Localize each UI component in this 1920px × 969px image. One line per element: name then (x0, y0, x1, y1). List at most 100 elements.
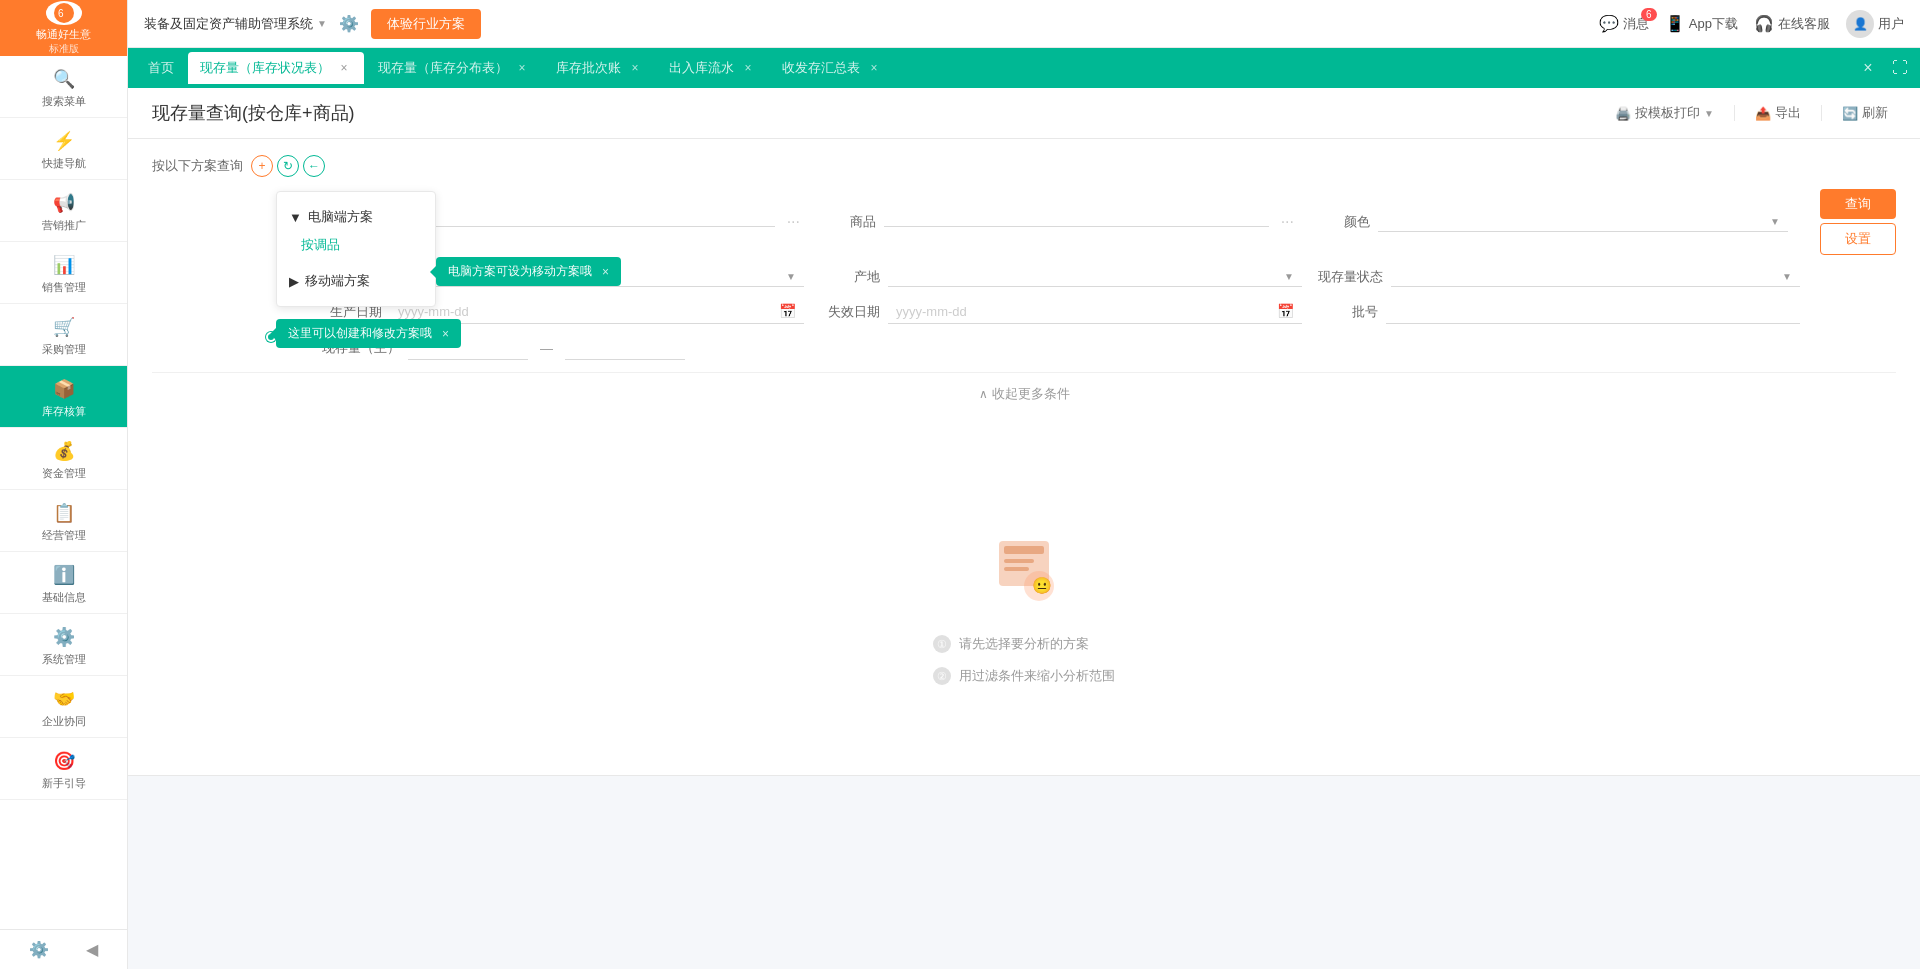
goods-select[interactable] (884, 218, 1269, 227)
collapse-button[interactable]: ∧ 收起更多条件 (979, 385, 1070, 403)
settings-footer-icon[interactable]: ⚙️ (29, 940, 49, 959)
print-icon: 🖨️ (1615, 106, 1631, 121)
refresh-scheme-btn[interactable]: ↻ (277, 155, 299, 177)
tab-bar: 首页 现存量（库存状况表） × 现存量（库存分布表） × 库存批次账 × 出入库… (128, 48, 1920, 88)
export-icon: 📤 (1755, 106, 1771, 121)
query-button[interactable]: 查询 (1820, 189, 1896, 219)
svg-text:😐: 😐 (1032, 576, 1052, 595)
sidebar-item-collab[interactable]: 🤝 企业协同 (0, 676, 127, 738)
warehouse-dots[interactable]: ··· (787, 213, 800, 231)
filter-collapse-row: ∧ 收起更多条件 (152, 372, 1896, 403)
tab-stock-status-close[interactable]: × (336, 60, 352, 76)
sidebar-logo: 6 畅通好生意 标准版 (0, 0, 127, 56)
app-download-label: App下载 (1689, 15, 1738, 33)
expire-date-input[interactable]: yyyy-mm-dd 📅 (888, 299, 1302, 324)
refresh-btn[interactable]: 🔄 刷新 (1834, 100, 1896, 126)
sidebar-item-operations[interactable]: 📋 经营管理 (0, 490, 127, 552)
goods-dots[interactable]: ··· (1281, 213, 1294, 231)
sidebar-item-inventory[interactable]: 📦 库存核算 (0, 366, 127, 428)
header-settings-icon[interactable]: ⚙️ (339, 14, 359, 33)
tab-home[interactable]: 首页 (136, 52, 186, 84)
page-content: 现存量查询(按仓库+商品) 🖨️ 按模板打印 ▼ 📤 导出 🔄 刷新 (128, 88, 1920, 969)
origin-select[interactable]: ▼ (888, 267, 1302, 287)
sidebar-item-search[interactable]: 🔍 搜索菜单 (0, 56, 127, 118)
sidebar-item-label: 资金管理 (42, 466, 86, 481)
stock-max-input[interactable] (565, 336, 685, 360)
create-tooltip: 这里可以创建和修改方案哦 × (276, 319, 461, 348)
stock-status-label: 现存量状态 (1318, 268, 1383, 286)
logo-badge: 标准版 (49, 42, 79, 56)
sidebar-item-nav[interactable]: ⚡ 快捷导航 (0, 118, 127, 180)
divider-2 (1821, 105, 1822, 121)
sidebar-item-finance[interactable]: 💰 资金管理 (0, 428, 127, 490)
page-header: 现存量查询(按仓库+商品) 🖨️ 按模板打印 ▼ 📤 导出 🔄 刷新 (128, 88, 1920, 139)
online-support-btn[interactable]: 🎧 在线客服 (1754, 14, 1830, 33)
scenario-mobile-arrow-icon: ▶ (289, 274, 299, 289)
set-button[interactable]: 设置 (1820, 223, 1896, 255)
sidebar-item-label: 新手引导 (42, 776, 86, 791)
tab-inout-label: 出入库流水 (669, 59, 734, 77)
sidebar-item-system[interactable]: ⚙️ 系统管理 (0, 614, 127, 676)
user-label: 用户 (1878, 15, 1904, 33)
tab-inout[interactable]: 出入库流水 × (657, 52, 768, 84)
scenario-mobile-label: 移动端方案 (305, 272, 370, 290)
stock-status-select[interactable]: ▼ (1391, 267, 1800, 287)
export-btn[interactable]: 📤 导出 (1747, 100, 1809, 126)
print-btn[interactable]: 🖨️ 按模板打印 ▼ (1607, 100, 1722, 126)
scheme-tooltip-close[interactable]: × (602, 265, 609, 279)
back-scheme-btn[interactable]: ← (303, 155, 325, 177)
expire-date-label: 失效日期 (820, 303, 880, 321)
logo-icon: 6 (46, 1, 82, 25)
tab-batch[interactable]: 库存批次账 × (544, 52, 655, 84)
collapse-sidebar-icon[interactable]: ◀ (86, 940, 98, 959)
trial-button[interactable]: 体验行业方案 (371, 9, 481, 39)
batch-filter: 批号 (1318, 300, 1800, 324)
sidebar-item-sales[interactable]: 📊 销售管理 (0, 242, 127, 304)
system-selector[interactable]: 装备及固定资产辅助管理系统 ▼ (144, 15, 327, 33)
filter-section-label: 按以下方案查询 (152, 157, 243, 175)
tab-summary-close[interactable]: × (866, 60, 882, 76)
tab-summary[interactable]: 收发存汇总表 × (770, 52, 894, 84)
tab-stock-status-label: 现存量（库存状况表） (200, 59, 330, 77)
sidebar-item-label: 营销推广 (42, 218, 86, 233)
main-area: 装备及固定资产辅助管理系统 ▼ ⚙️ 体验行业方案 💬 消息 6 📱 App下载… (128, 0, 1920, 969)
expire-calendar-icon: 📅 (1277, 303, 1294, 319)
tab-close-all-icon[interactable]: × (1856, 56, 1880, 80)
empty-step-2: ② 用过滤条件来缩小分析范围 (933, 663, 1115, 689)
scenario-item-goods[interactable]: 按调品 (277, 230, 435, 260)
empty-step2-label: 用过滤条件来缩小分析范围 (959, 663, 1115, 689)
scenario-mobile-toggle[interactable]: ▶ 移动端方案 (277, 268, 435, 294)
scenario-desktop-toggle[interactable]: ▼ 电脑端方案 (277, 204, 435, 230)
expire-date-filter: 失效日期 yyyy-mm-dd 📅 (820, 299, 1302, 324)
tab-fullscreen-icon[interactable]: ⛶ (1888, 56, 1912, 80)
warehouse-select[interactable] (390, 218, 775, 227)
color-select[interactable]: ▼ (1378, 212, 1788, 232)
tab-batch-close[interactable]: × (627, 60, 643, 76)
create-tooltip-text: 这里可以创建和修改方案哦 (288, 325, 432, 342)
user-menu[interactable]: 👤 用户 (1846, 10, 1904, 38)
batch-input[interactable] (1386, 300, 1800, 324)
tab-stock-dist-close[interactable]: × (514, 60, 530, 76)
sidebar-item-label: 快捷导航 (42, 156, 86, 171)
empty-num-2: ② (933, 667, 951, 685)
add-scheme-btn[interactable]: + (251, 155, 273, 177)
create-tooltip-close[interactable]: × (442, 327, 449, 341)
color-filter: 颜色 ▼ (1310, 212, 1788, 232)
sidebar-item-guide[interactable]: 🎯 新手引导 (0, 738, 127, 800)
page-actions: 🖨️ 按模板打印 ▼ 📤 导出 🔄 刷新 (1607, 100, 1896, 126)
filter-area: 按以下方案查询 + ↻ ← ▼ 电脑端方案 (128, 139, 1920, 419)
top-header: 装备及固定资产辅助管理系统 ▼ ⚙️ 体验行业方案 💬 消息 6 📱 App下载… (128, 0, 1920, 48)
tab-stock-dist[interactable]: 现存量（库存分布表） × (366, 52, 542, 84)
print-arrow-icon: ▼ (1704, 108, 1714, 119)
message-btn[interactable]: 💬 消息 6 (1599, 14, 1649, 33)
sidebar-item-purchase[interactable]: 🛒 采购管理 (0, 304, 127, 366)
tab-stock-status[interactable]: 现存量（库存状况表） × (188, 52, 364, 84)
empty-state: 😐 ① 请先选择要分析的方案 ② 用过滤条件来缩小分析范围 (128, 431, 1920, 775)
sidebar-item-basic[interactable]: ℹ️ 基础信息 (0, 552, 127, 614)
divider-1 (1734, 105, 1735, 121)
sidebar-item-label: 基础信息 (42, 590, 86, 605)
finance-icon: 💰 (53, 440, 75, 462)
tab-inout-close[interactable]: × (740, 60, 756, 76)
app-download-btn[interactable]: 📱 App下载 (1665, 14, 1738, 33)
sidebar-item-marketing[interactable]: 📢 营销推广 (0, 180, 127, 242)
